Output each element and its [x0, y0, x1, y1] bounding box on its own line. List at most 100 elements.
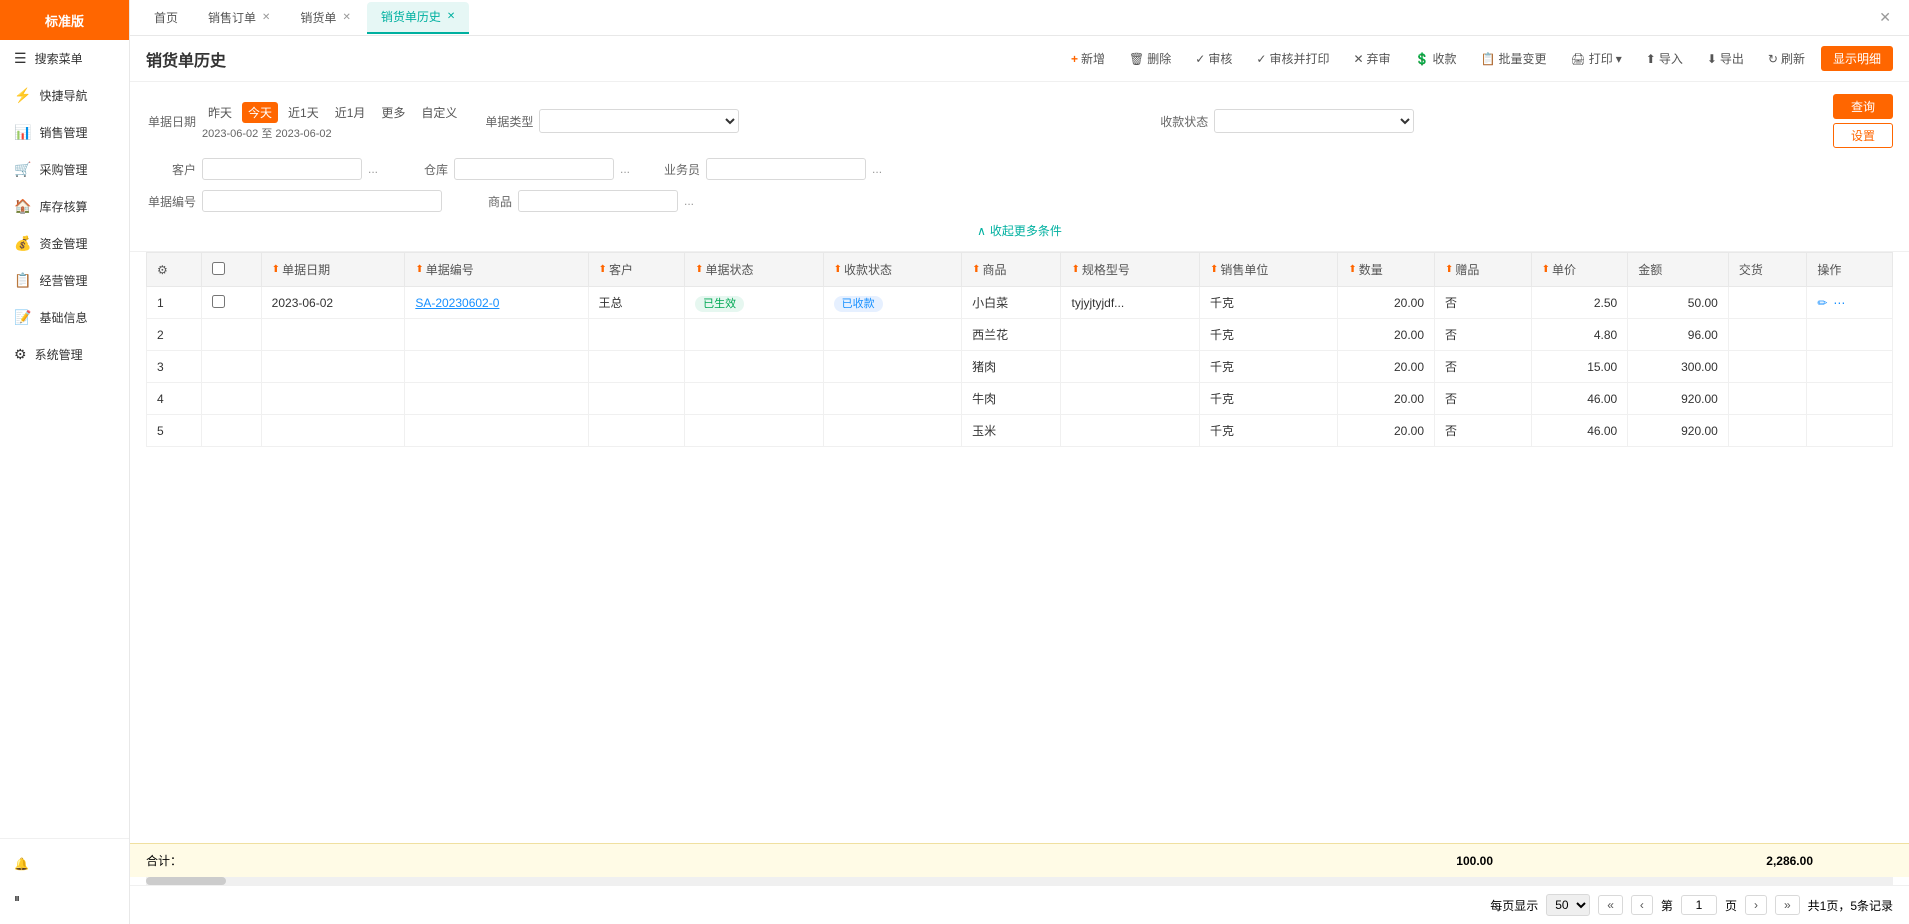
sidebar-notification[interactable]: 🔔: [0, 847, 129, 881]
col-settings-header[interactable]: ⚙: [147, 253, 202, 287]
pagination-bar: 每页显示 50 « ‹ 第 页 › » 共1页，5条记录: [130, 885, 1909, 924]
sidebar-item-finance-mgmt[interactable]: 💰 资金管理: [0, 225, 129, 262]
refresh-button[interactable]: ↻ 刷新: [1760, 46, 1813, 71]
salesperson-input[interactable]: [706, 158, 866, 180]
approve-print-button[interactable]: ✓ 审核并打印: [1248, 46, 1337, 71]
row-docno-cell[interactable]: [405, 383, 588, 415]
doc-no-input[interactable]: [202, 190, 442, 212]
batch-change-button[interactable]: 📋 批量变更: [1473, 46, 1555, 71]
show-detail-button[interactable]: 显示明细: [1821, 46, 1893, 71]
date-custom-btn[interactable]: 自定义: [415, 102, 463, 123]
row-checkbox-cell[interactable]: [202, 383, 261, 415]
operation-mgmt-icon: 📋: [14, 272, 31, 289]
row-checkbox[interactable]: [212, 295, 225, 308]
per-page-select[interactable]: 50: [1546, 894, 1590, 916]
date-today-btn[interactable]: 今天: [242, 102, 278, 123]
goods-more-btn[interactable]: ...: [684, 194, 694, 208]
scrollbar-thumb[interactable]: [146, 877, 226, 885]
date-more-btn[interactable]: 更多: [375, 102, 411, 123]
doc-no-link[interactable]: SA-20230602-0: [415, 296, 499, 310]
quick-nav-icon: ⚡: [14, 87, 31, 104]
status-select[interactable]: [1214, 109, 1414, 133]
date-last7-btn[interactable]: 近1天: [282, 102, 325, 123]
type-select[interactable]: [539, 109, 739, 133]
date-last1m-btn[interactable]: 近1月: [329, 102, 372, 123]
tab-home[interactable]: 首页: [140, 2, 192, 34]
export-button[interactable]: ⬇ 导出: [1699, 46, 1752, 71]
col-spec-header[interactable]: ⬆规格型号: [1061, 253, 1199, 287]
tab-sales-invoice-close[interactable]: ✕: [342, 12, 350, 23]
first-page-btn[interactable]: «: [1598, 895, 1623, 915]
new-button[interactable]: + 新增: [1063, 46, 1113, 71]
customer-more-btn[interactable]: ...: [368, 162, 378, 176]
salesperson-more-btn[interactable]: ...: [872, 162, 882, 176]
col-docno-header[interactable]: ⬆单据编号: [405, 253, 588, 287]
col-gift-header[interactable]: ⬆赠品: [1435, 253, 1532, 287]
warehouse-more-btn[interactable]: ...: [620, 162, 630, 176]
sidebar-pause[interactable]: ⏸: [0, 881, 129, 916]
more-action-btn[interactable]: ⋯: [1833, 296, 1845, 310]
row-docno-cell[interactable]: [405, 415, 588, 447]
sort-docno-icon: ⬆: [415, 264, 423, 275]
row-customer-cell: [588, 415, 685, 447]
sidebar-item-purchase-mgmt[interactable]: 🛒 采购管理: [0, 151, 129, 188]
col-customer-header[interactable]: ⬆客户: [588, 253, 685, 287]
edit-action-btn[interactable]: ✏: [1817, 296, 1827, 310]
col-unit-header[interactable]: ⬆销售单位: [1199, 253, 1337, 287]
delete-button[interactable]: 🗑 删除: [1121, 46, 1179, 71]
tab-sales-history-close[interactable]: ✕: [447, 11, 455, 22]
row-gift-cell: 否: [1435, 415, 1532, 447]
tab-sales-invoice[interactable]: 销货单 ✕: [286, 2, 364, 34]
sidebar-item-basic-info[interactable]: 📝 基础信息: [0, 299, 129, 336]
row-price-cell: 46.00: [1531, 415, 1628, 447]
row-checkbox-cell[interactable]: [202, 351, 261, 383]
date-yesterday-btn[interactable]: 昨天: [202, 102, 238, 123]
last-page-btn[interactable]: »: [1775, 895, 1800, 915]
col-checkbox-header[interactable]: [202, 253, 261, 287]
col-docstatus-header[interactable]: ⬆单据状态: [685, 253, 823, 287]
sidebar-item-search-menu[interactable]: ☰ 搜索菜单: [0, 40, 129, 77]
row-docno-cell[interactable]: [405, 351, 588, 383]
tab-sales-history[interactable]: 销货单历史 ✕: [367, 2, 469, 34]
warehouse-input[interactable]: [454, 158, 614, 180]
filter-date: 单据日期 昨天 今天 近1天 近1月 更多 自定义 2023-06-02 至 2…: [146, 102, 463, 141]
page-number-input[interactable]: [1681, 895, 1717, 915]
print-button[interactable]: 🖨 打印 ▾: [1562, 46, 1629, 71]
approve-button[interactable]: ✓ 审核: [1187, 46, 1240, 71]
row-checkbox-cell[interactable]: [202, 415, 261, 447]
row-checkbox-cell[interactable]: [202, 319, 261, 351]
query-button[interactable]: 查询: [1833, 94, 1893, 119]
col-paystatus-header[interactable]: ⬆收款状态: [823, 253, 961, 287]
col-goods-header[interactable]: ⬆商品: [962, 253, 1061, 287]
sidebar-item-quick-nav[interactable]: ⚡ 快捷导航: [0, 77, 129, 114]
tab-sales-order-close[interactable]: ✕: [262, 12, 270, 23]
next-page-btn[interactable]: ›: [1745, 895, 1767, 915]
sidebar-item-inventory[interactable]: 🏠 库存核算: [0, 188, 129, 225]
settings-button[interactable]: 设置: [1833, 123, 1893, 148]
col-price-header[interactable]: ⬆单价: [1531, 253, 1628, 287]
collect-button[interactable]: 💲 收款: [1407, 46, 1465, 71]
window-close-btn[interactable]: ✕: [1871, 9, 1899, 26]
row-docno-cell[interactable]: SA-20230602-0: [405, 287, 588, 319]
horizontal-scrollbar[interactable]: [146, 877, 1893, 885]
prev-page-btn[interactable]: ‹: [1631, 895, 1653, 915]
abandon-button[interactable]: ✕ 弃审: [1345, 46, 1398, 71]
select-all-checkbox[interactable]: [212, 262, 225, 275]
row-actions-cell: [1807, 415, 1893, 447]
sidebar-item-system-mgmt[interactable]: ⚙ 系统管理: [0, 336, 129, 373]
col-qty-header[interactable]: ⬆数量: [1338, 253, 1435, 287]
tab-sales-invoice-label: 销货单: [300, 9, 336, 26]
import-button[interactable]: ⬆ 导入: [1638, 46, 1691, 71]
customer-input[interactable]: [202, 158, 362, 180]
row-checkbox-cell[interactable]: [202, 287, 261, 319]
import-icon: ⬆: [1646, 52, 1656, 66]
sidebar-item-sales-mgmt[interactable]: 📊 销售管理: [0, 114, 129, 151]
tab-sales-order[interactable]: 销售订单 ✕: [194, 2, 284, 34]
goods-input[interactable]: [518, 190, 678, 212]
sidebar-item-operation-mgmt[interactable]: 📋 经营管理: [0, 262, 129, 299]
table-row: 12023-06-02SA-20230602-0王总已生效已收款小白菜tyjyj…: [147, 287, 1893, 319]
collapse-btn[interactable]: ∧ 收起更多条件: [146, 222, 1893, 239]
row-docno-cell[interactable]: [405, 319, 588, 351]
col-date-header[interactable]: ⬆单据日期: [261, 253, 405, 287]
row-txn-cell: [1728, 319, 1806, 351]
